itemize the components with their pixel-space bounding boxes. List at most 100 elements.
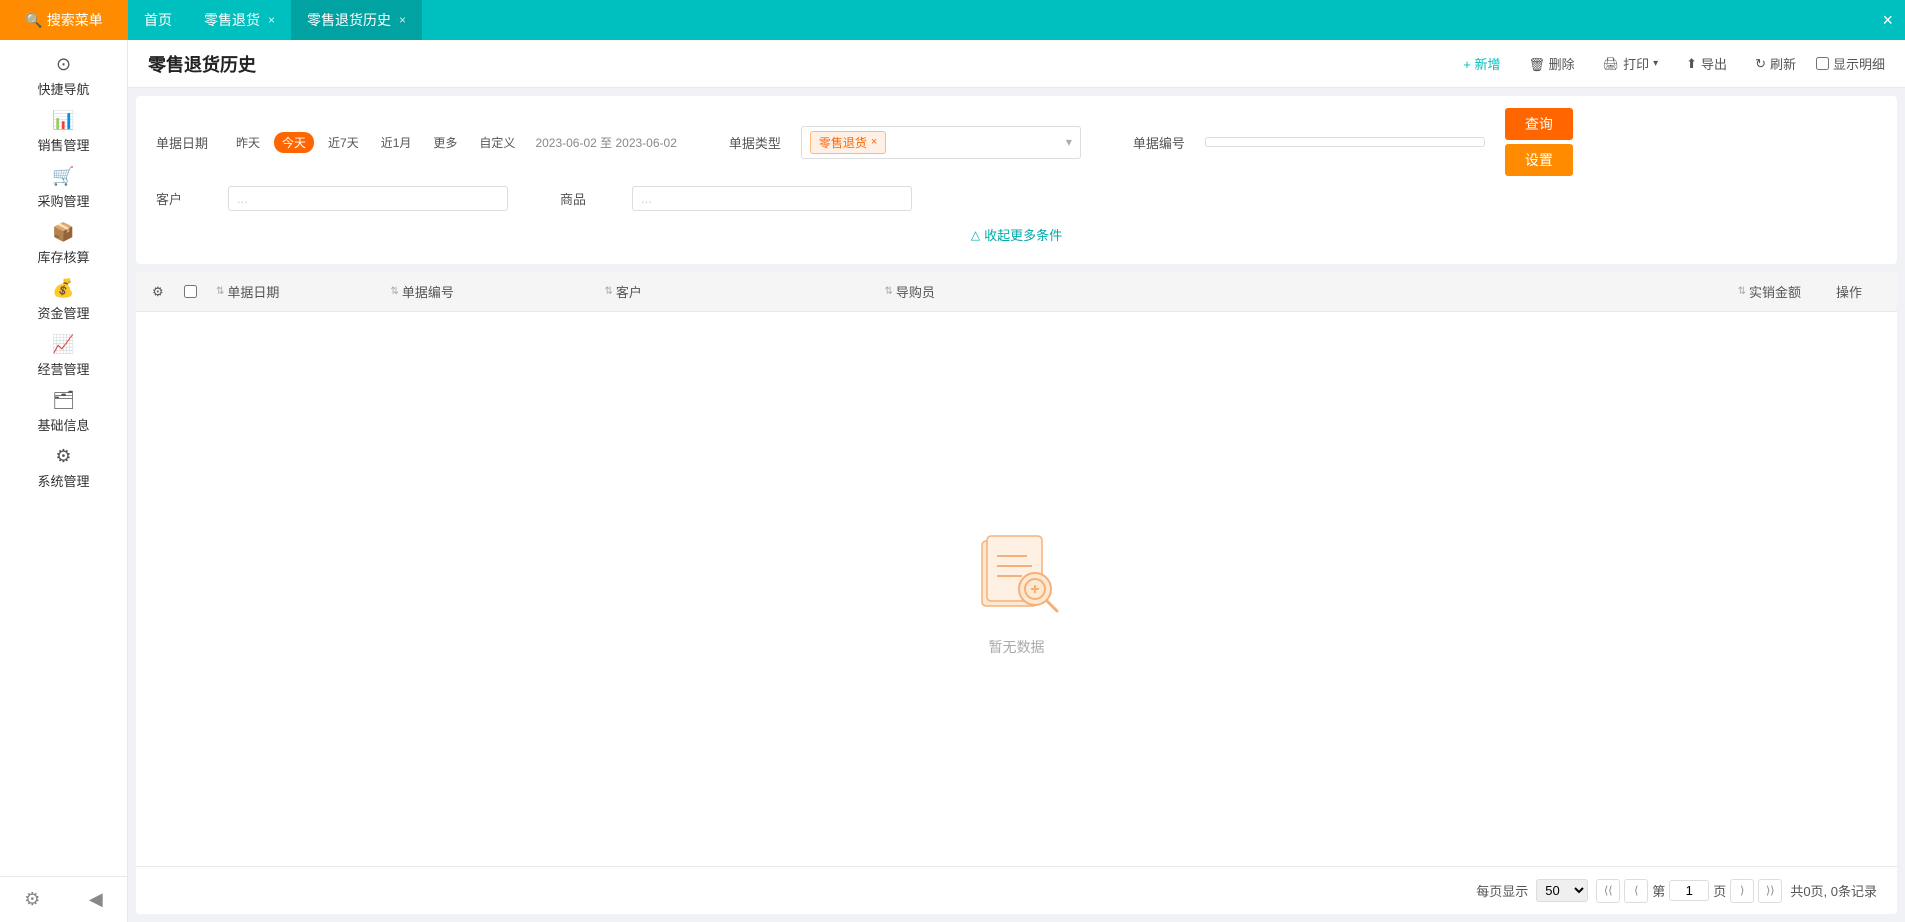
sidebar-item-purchase[interactable]: 🛒 采购管理 [0, 160, 127, 216]
voucher-type-wrap[interactable]: 零售退货 × ▾ [801, 126, 1081, 159]
sidebar-item-operations[interactable]: 📈 经营管理 [0, 328, 127, 384]
voucher-type-label: 单据类型 [729, 133, 789, 152]
page-label: 第 [1652, 881, 1665, 900]
pagination: 每页显示 20 50 100 ⟨⟨ ⟨ 第 页 ⟩ ⟩⟩ 共0页, 0条记录 [136, 866, 1897, 914]
show-detail-label: 显示明细 [1833, 54, 1885, 73]
delete-btn[interactable]: 🗑 删除 [1520, 50, 1582, 77]
sidebar-gear-btn[interactable]: ⚙ [24, 889, 40, 910]
search-menu-btn[interactable]: 🔍 搜索菜单 [0, 0, 128, 40]
page-num-input[interactable] [1669, 880, 1709, 901]
finance-icon: 💰 [52, 278, 74, 299]
print-btn[interactable]: 🖨 打印 ▾ [1595, 50, 1667, 77]
goods-input[interactable]: ... [632, 186, 912, 211]
print-chevron-icon: ▾ [1653, 58, 1658, 69]
prev-page-btn[interactable]: ⟨ [1624, 879, 1648, 903]
empty-state: 暂无数据 [967, 521, 1067, 657]
sidebar-item-quick-nav-label: 快捷导航 [37, 79, 89, 98]
page-nav: ⟨⟨ ⟨ 第 页 ⟩ ⟩⟩ [1596, 879, 1782, 903]
settings-btn[interactable]: 设置 [1505, 144, 1573, 176]
sort-amount-icon[interactable]: ⇅ [1738, 286, 1746, 297]
page-unit: 页 [1713, 881, 1726, 900]
new-btn[interactable]: + 新增 [1455, 50, 1508, 77]
search-label: 搜索菜单 [47, 10, 103, 30]
tab-home[interactable]: 首页 [128, 0, 188, 40]
per-page-label: 每页显示 [1476, 881, 1528, 900]
filter-area: 单据日期 昨天 今天 近7天 近1月 更多 自定义 2023-06-02 至 2… [136, 96, 1897, 264]
per-page-select[interactable]: 20 50 100 [1536, 879, 1588, 902]
sidebar-item-inventory-label: 库存核算 [37, 247, 89, 266]
col-amount-label: 实销金额 [1749, 282, 1801, 301]
collapse-icon: △ [971, 228, 980, 242]
customer-label: 客户 [156, 189, 216, 208]
sidebar-bottom: ⚙ ◀ [0, 876, 127, 922]
show-detail-wrap[interactable]: 显示明细 [1816, 54, 1885, 73]
purchase-icon: 🛒 [52, 166, 74, 187]
sort-customer-icon[interactable]: ⇅ [604, 286, 612, 297]
col-amount: ⇅ 实销金额 [1635, 282, 1809, 301]
delete-btn-label: 🗑 删除 [1528, 54, 1574, 73]
sidebar-collapse-btn[interactable]: ◀ [89, 889, 103, 910]
date-btn-7days[interactable]: 近7天 [320, 132, 367, 153]
goods-placeholder: ... [641, 191, 652, 206]
show-detail-checkbox[interactable] [1816, 57, 1829, 70]
next-page-btn[interactable]: ⟩ [1730, 879, 1754, 903]
voucher-type-tag-close[interactable]: × [871, 136, 877, 148]
tab-retail-return-label: 零售退货 [204, 10, 260, 30]
top-bar: 🔍 搜索菜单 首页 零售退货 × 零售退货历史 × × [0, 0, 1905, 40]
sidebar: ⊙ 快捷导航 📊 销售管理 🛒 采购管理 📦 库存核算 💰 资金管理 📈 经营管… [0, 40, 128, 922]
tab-retail-return-close[interactable]: × [268, 13, 275, 27]
col-checkbox[interactable] [176, 285, 208, 298]
col-date-label: 单据日期 [227, 282, 279, 301]
tab-bar: 首页 零售退货 × 零售退货历史 × [128, 0, 1882, 40]
date-btn-more[interactable]: 更多 [425, 132, 465, 153]
date-btn-yesterday[interactable]: 昨天 [228, 132, 268, 153]
table-area: ⚙ ⇅ 单据日期 ⇅ 单据编号 ⇅ 客户 ⇅ [136, 272, 1897, 914]
date-label: 单据日期 [156, 133, 216, 152]
sidebar-item-system[interactable]: ⚙ 系统管理 [0, 440, 127, 496]
sidebar-item-finance[interactable]: 💰 资金管理 [0, 272, 127, 328]
date-btn-custom[interactable]: 自定义 [471, 132, 523, 153]
total-info: 共0页, 0条记录 [1790, 881, 1877, 900]
voucher-no-input[interactable] [1205, 137, 1485, 147]
last-page-btn[interactable]: ⟩⟩ [1758, 879, 1782, 903]
sidebar-item-sales[interactable]: 📊 销售管理 [0, 104, 127, 160]
select-all-checkbox[interactable] [184, 285, 197, 298]
search-icon: 🔍 [25, 12, 42, 29]
tab-retail-return-history[interactable]: 零售退货历史 × [291, 0, 422, 40]
voucher-no-label: 单据编号 [1133, 133, 1193, 152]
filter-row-1: 单据日期 昨天 今天 近7天 近1月 更多 自定义 2023-06-02 至 2… [156, 108, 1877, 176]
tab-retail-return[interactable]: 零售退货 × [188, 0, 291, 40]
col-voucher: ⇅ 单据编号 [382, 282, 596, 301]
empty-text: 暂无数据 [989, 637, 1045, 657]
refresh-icon: ↻ [1755, 56, 1766, 72]
col-ops: 操作 [1809, 282, 1889, 301]
sort-guide-icon[interactable]: ⇅ [884, 286, 892, 297]
sidebar-item-quick-nav[interactable]: ⊙ 快捷导航 [0, 48, 127, 104]
settings-col-icon: ⚙ [152, 284, 164, 300]
date-range-text: 2023-06-02 至 2023-06-02 [535, 134, 676, 151]
col-settings[interactable]: ⚙ [144, 284, 176, 300]
new-btn-label: + 新增 [1463, 54, 1500, 73]
sort-date-icon[interactable]: ⇅ [216, 286, 224, 297]
sidebar-item-operations-label: 经营管理 [37, 359, 89, 378]
first-page-btn[interactable]: ⟨⟨ [1596, 879, 1620, 903]
date-btn-1month[interactable]: 近1月 [373, 132, 420, 153]
date-btn-today[interactable]: 今天 [274, 132, 314, 153]
sidebar-item-inventory[interactable]: 📦 库存核算 [0, 216, 127, 272]
close-window-btn[interactable]: × [1882, 10, 1893, 31]
sort-voucher-icon[interactable]: ⇅ [390, 286, 398, 297]
sidebar-item-sales-label: 销售管理 [37, 135, 89, 154]
collapse-btn[interactable]: △ 收起更多条件 [959, 221, 1074, 248]
tab-retail-return-history-close[interactable]: × [399, 13, 406, 27]
query-btn[interactable]: 查询 [1505, 108, 1573, 140]
refresh-btn[interactable]: ↻ 刷新 [1747, 50, 1804, 77]
export-btn[interactable]: ⬆ 导出 [1678, 50, 1735, 77]
filter-row-2: 客户 ... 商品 ... [156, 186, 1877, 211]
col-ops-label: 操作 [1836, 282, 1862, 301]
system-icon: ⚙ [55, 446, 71, 467]
sidebar-item-basic-info[interactable]: 🗂 基础信息 [0, 384, 127, 440]
customer-input[interactable]: ... [228, 186, 508, 211]
export-label: 导出 [1701, 54, 1727, 73]
customer-placeholder: ... [237, 191, 248, 206]
col-customer-label: 客户 [616, 282, 642, 301]
